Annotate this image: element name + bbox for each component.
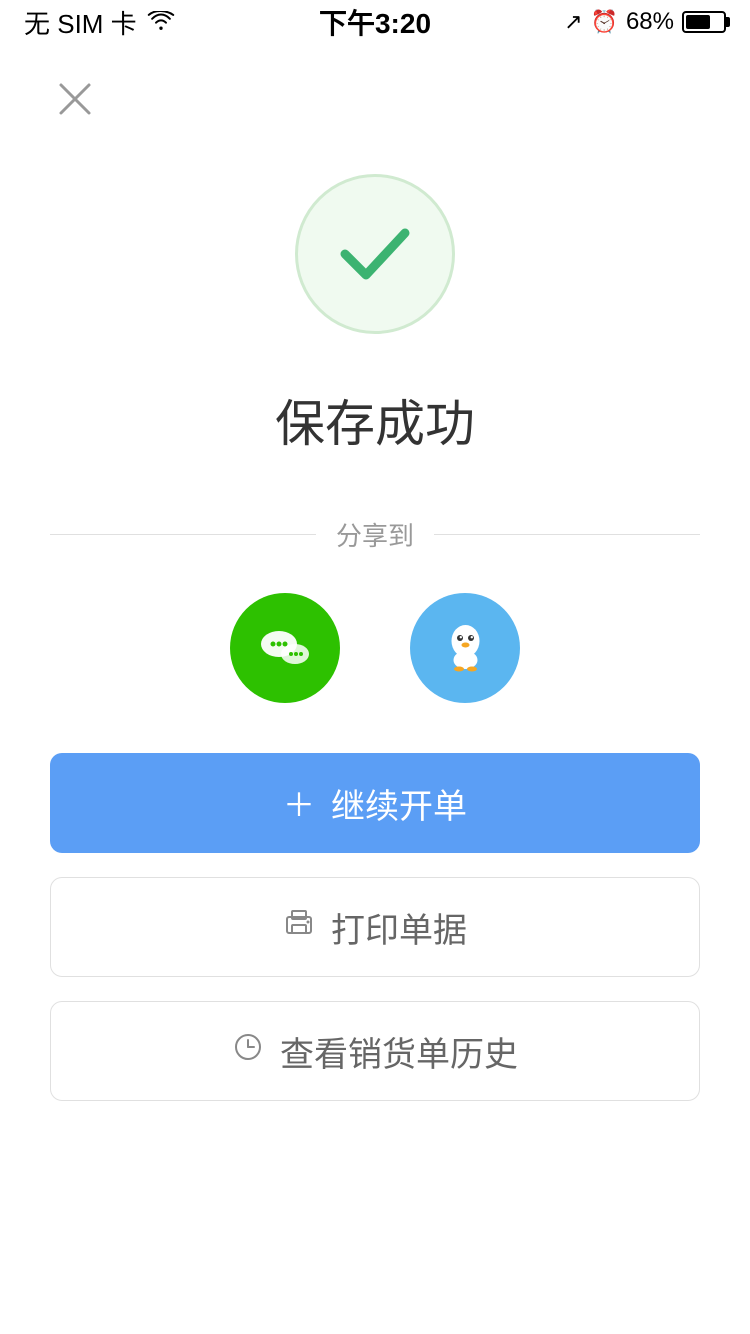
print-label: 打印单据 bbox=[331, 903, 467, 952]
history-icon bbox=[232, 1031, 264, 1071]
history-label: 查看销货单历史 bbox=[280, 1027, 518, 1076]
share-wechat-button[interactable] bbox=[230, 593, 340, 703]
success-circle bbox=[295, 174, 455, 334]
share-label: 分享到 bbox=[336, 516, 414, 553]
success-title: 保存成功 bbox=[275, 384, 475, 456]
checkmark-icon bbox=[330, 209, 420, 299]
battery-icon bbox=[682, 11, 726, 33]
print-icon bbox=[283, 907, 315, 947]
location-icon: ↗ bbox=[564, 9, 582, 35]
status-right: ↗ ⏰ 68% bbox=[564, 8, 726, 36]
wechat-icon bbox=[253, 616, 318, 681]
divider-right bbox=[434, 534, 700, 535]
share-icons-row bbox=[230, 593, 520, 703]
continue-icon: ＋ bbox=[283, 780, 315, 826]
close-icon bbox=[57, 81, 93, 117]
status-time: 下午3:20 bbox=[319, 2, 431, 42]
actions-section: ＋ 继续开单 打印单据 bbox=[50, 753, 700, 1101]
divider-left bbox=[50, 534, 316, 535]
divider-row: 分享到 bbox=[50, 516, 700, 553]
battery-percent: 68% bbox=[626, 8, 674, 36]
print-button[interactable]: 打印单据 bbox=[50, 877, 700, 977]
share-qq-button[interactable] bbox=[410, 593, 520, 703]
share-section: 分享到 bbox=[50, 516, 700, 703]
alarm-icon: ⏰ bbox=[591, 9, 618, 35]
carrier-text: 无 SIM 卡 bbox=[24, 4, 137, 41]
qq-icon bbox=[433, 616, 498, 681]
status-left: 无 SIM 卡 bbox=[24, 4, 175, 41]
battery-fill bbox=[686, 15, 710, 29]
close-button[interactable] bbox=[50, 74, 100, 124]
history-button[interactable]: 查看销货单历史 bbox=[50, 1001, 700, 1101]
main-content: 保存成功 分享到 bbox=[0, 44, 750, 1334]
close-button-row bbox=[50, 44, 700, 174]
status-bar: 无 SIM 卡 下午3:20 ↗ ⏰ 68% bbox=[0, 0, 750, 44]
wifi-icon bbox=[147, 7, 175, 38]
continue-label: 继续开单 bbox=[331, 779, 467, 828]
continue-button[interactable]: ＋ 继续开单 bbox=[50, 753, 700, 853]
